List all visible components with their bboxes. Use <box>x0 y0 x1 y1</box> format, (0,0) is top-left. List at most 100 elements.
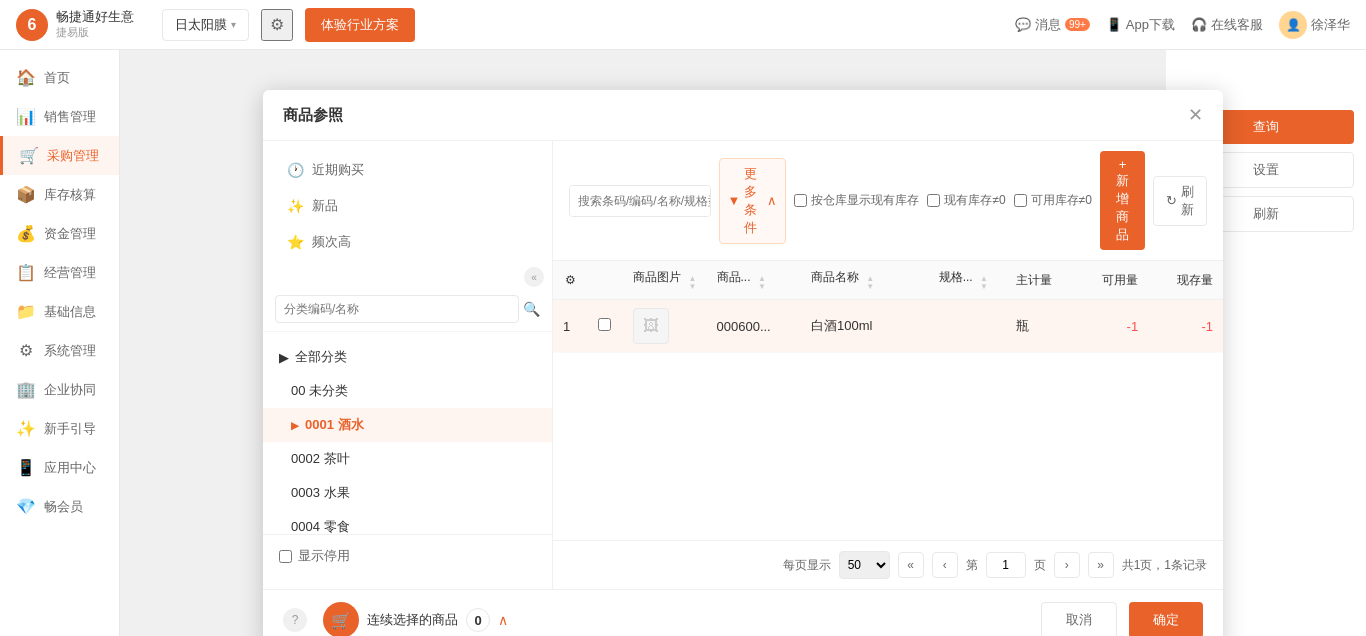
modal-title: 商品参照 <box>283 106 343 125</box>
category-item-0001[interactable]: ▶ 0001 酒水 <box>263 408 552 442</box>
last-page-button[interactable]: » <box>1088 552 1114 578</box>
sidebar-item-label: 新手引导 <box>44 420 96 438</box>
experience-button[interactable]: 体验行业方案 <box>305 8 415 42</box>
sidebar-item-home[interactable]: 🏠 首页 <box>0 58 119 97</box>
message-icon: 💬 <box>1015 17 1031 32</box>
modal-header: 商品参照 ✕ <box>263 90 1223 141</box>
category-search-icon[interactable]: 🔍 <box>523 301 540 317</box>
sidebar-item-purchase[interactable]: 🛒 采购管理 <box>0 136 119 175</box>
sidebar-item-guide[interactable]: ✨ 新手引导 <box>0 409 119 448</box>
category-search-input[interactable] <box>275 295 519 323</box>
tab-new-product[interactable]: ✨ 新品 <box>275 189 540 223</box>
page-size-select[interactable]: 10 20 50 100 <box>839 551 890 579</box>
cart-icon[interactable]: 🛒 <box>323 602 359 636</box>
usable-checkbox-input[interactable] <box>1014 194 1027 207</box>
category-item-all[interactable]: ▶ 全部分类 <box>263 340 552 374</box>
app-download-item[interactable]: 📱 App下载 <box>1106 16 1175 34</box>
collapse-cart-icon[interactable]: ∧ <box>498 612 508 628</box>
system-icon: ⚙ <box>16 341 36 360</box>
available-checkbox[interactable]: 现有库存≠0 <box>927 192 1005 209</box>
modal-right-panel: 🔍 ▼ 更多条件 ∧ 按仓库显示现有库存 <box>553 141 1223 589</box>
filter-label: 更多条件 <box>744 165 763 237</box>
tab-label: 近期购买 <box>312 161 364 179</box>
product-table-container: ⚙ 商品图片 ▲▼ 商品... ▲▼ <box>553 261 1223 540</box>
sidebar-item-enterprise[interactable]: 🏢 企业协同 <box>0 370 119 409</box>
row-checkbox-cell[interactable] <box>588 300 623 353</box>
recent-icon: 🕐 <box>287 162 304 178</box>
inventory-icon: 📦 <box>16 185 36 204</box>
next-page-button[interactable]: › <box>1054 552 1080 578</box>
bottom-actions: 取消 确定 <box>1041 602 1203 636</box>
show-disabled-input[interactable] <box>279 550 292 563</box>
nav-dropdown-label: 日太阳膜 <box>175 16 227 34</box>
sidebar-item-system[interactable]: ⚙ 系统管理 <box>0 331 119 370</box>
new-icon: ✨ <box>287 198 304 214</box>
tab-recent-purchase[interactable]: 🕐 近期购买 <box>275 153 540 187</box>
category-item-0004[interactable]: 0004 零食 <box>263 510 552 534</box>
confirm-button[interactable]: 确定 <box>1129 602 1203 636</box>
sidebar-item-operation[interactable]: 📋 经营管理 <box>0 253 119 292</box>
th-spec[interactable]: 规格... ▲▼ <box>929 261 1007 300</box>
th-name-label: 商品名称 <box>811 270 859 284</box>
settings-icon[interactable]: ⚙ <box>261 9 293 41</box>
category-item-0003[interactable]: 0003 水果 <box>263 476 552 510</box>
collapse-button[interactable]: « <box>524 267 544 287</box>
help-button[interactable]: ? <box>283 608 307 632</box>
sidebar: 🏠 首页 📊 销售管理 🛒 采购管理 📦 库存核算 💰 资金管理 📋 经营管理 … <box>0 50 120 636</box>
sidebar-item-inventory[interactable]: 📦 库存核算 <box>0 175 119 214</box>
page-input[interactable] <box>986 552 1026 578</box>
product-search-input[interactable] <box>570 186 711 216</box>
category-label: 0003 水果 <box>291 484 350 502</box>
th-unit: 主计量 <box>1006 261 1073 300</box>
show-disabled-checkbox[interactable]: 显示停用 <box>279 547 350 565</box>
user-item[interactable]: 👤 徐泽华 <box>1279 11 1350 39</box>
main-content: 查询 设置 刷新 商品参照 ✕ 🕐 <box>120 50 1366 636</box>
product-search[interactable]: 🔍 <box>569 185 711 217</box>
cancel-button[interactable]: 取消 <box>1041 602 1117 636</box>
th-image: 商品图片 ▲▼ <box>623 261 706 300</box>
member-icon: 💎 <box>16 497 36 516</box>
row-checkbox[interactable] <box>598 318 611 331</box>
category-item-0002[interactable]: 0002 茶叶 <box>263 442 552 476</box>
sidebar-item-member[interactable]: 💎 畅会员 <box>0 487 119 526</box>
messages-item[interactable]: 💬 消息 99+ <box>1015 16 1090 34</box>
usable-checkbox[interactable]: 可用库存≠0 <box>1014 192 1092 209</box>
tab-frequent[interactable]: ⭐ 频次高 <box>275 225 540 259</box>
sidebar-item-apps[interactable]: 📱 应用中心 <box>0 448 119 487</box>
filter-button[interactable]: ▼ 更多条件 ∧ <box>719 158 787 244</box>
table-row[interactable]: 1 🖼 000600... 白酒100ml <box>553 300 1223 353</box>
finance-icon: 💰 <box>16 224 36 243</box>
row-spec <box>929 300 1007 353</box>
online-service-item[interactable]: 🎧 在线客服 <box>1191 16 1263 34</box>
th-settings[interactable]: ⚙ <box>553 261 588 300</box>
first-page-button[interactable]: « <box>898 552 924 578</box>
sidebar-item-label: 经营管理 <box>44 264 96 282</box>
modal-close-button[interactable]: ✕ <box>1188 104 1203 126</box>
modal-bottom-bar: ? 🛒 连续选择的商品 0 ∧ 取消 确定 <box>263 589 1223 636</box>
show-disabled-label: 显示停用 <box>298 547 350 565</box>
brand-name: 畅捷通好生意 <box>56 9 134 26</box>
sidebar-item-label: 基础信息 <box>44 303 96 321</box>
row-unit: 瓶 <box>1006 300 1073 353</box>
page-label: 第 <box>966 557 978 574</box>
available-checkbox-input[interactable] <box>927 194 940 207</box>
category-item-00[interactable]: 00 未分类 <box>263 374 552 408</box>
warehouse-checkbox-input[interactable] <box>794 194 807 207</box>
home-icon: 🏠 <box>16 68 36 87</box>
warehouse-checkbox[interactable]: 按仓库显示现有库存 <box>794 192 919 209</box>
product-table: ⚙ 商品图片 ▲▼ 商品... ▲▼ <box>553 261 1223 353</box>
sidebar-item-sales[interactable]: 📊 销售管理 <box>0 97 119 136</box>
add-product-button[interactable]: + 新增商品 <box>1100 151 1145 250</box>
question-icon: ? <box>292 613 299 627</box>
sidebar-item-finance[interactable]: 💰 资金管理 <box>0 214 119 253</box>
th-code[interactable]: 商品... ▲▼ <box>707 261 801 300</box>
nav-dropdown[interactable]: 日太阳膜 ▾ <box>162 9 249 41</box>
category-search-row: 🔍 <box>263 287 552 332</box>
prev-page-button[interactable]: ‹ <box>932 552 958 578</box>
enterprise-icon: 🏢 <box>16 380 36 399</box>
sidebar-item-basic-info[interactable]: 📁 基础信息 <box>0 292 119 331</box>
refresh-button[interactable]: ↻ 刷新 <box>1153 176 1207 226</box>
brand-text: 畅捷通好生意 捷易版 <box>56 9 134 41</box>
service-label: 在线客服 <box>1211 16 1263 34</box>
th-name[interactable]: 商品名称 ▲▼ <box>801 261 929 300</box>
